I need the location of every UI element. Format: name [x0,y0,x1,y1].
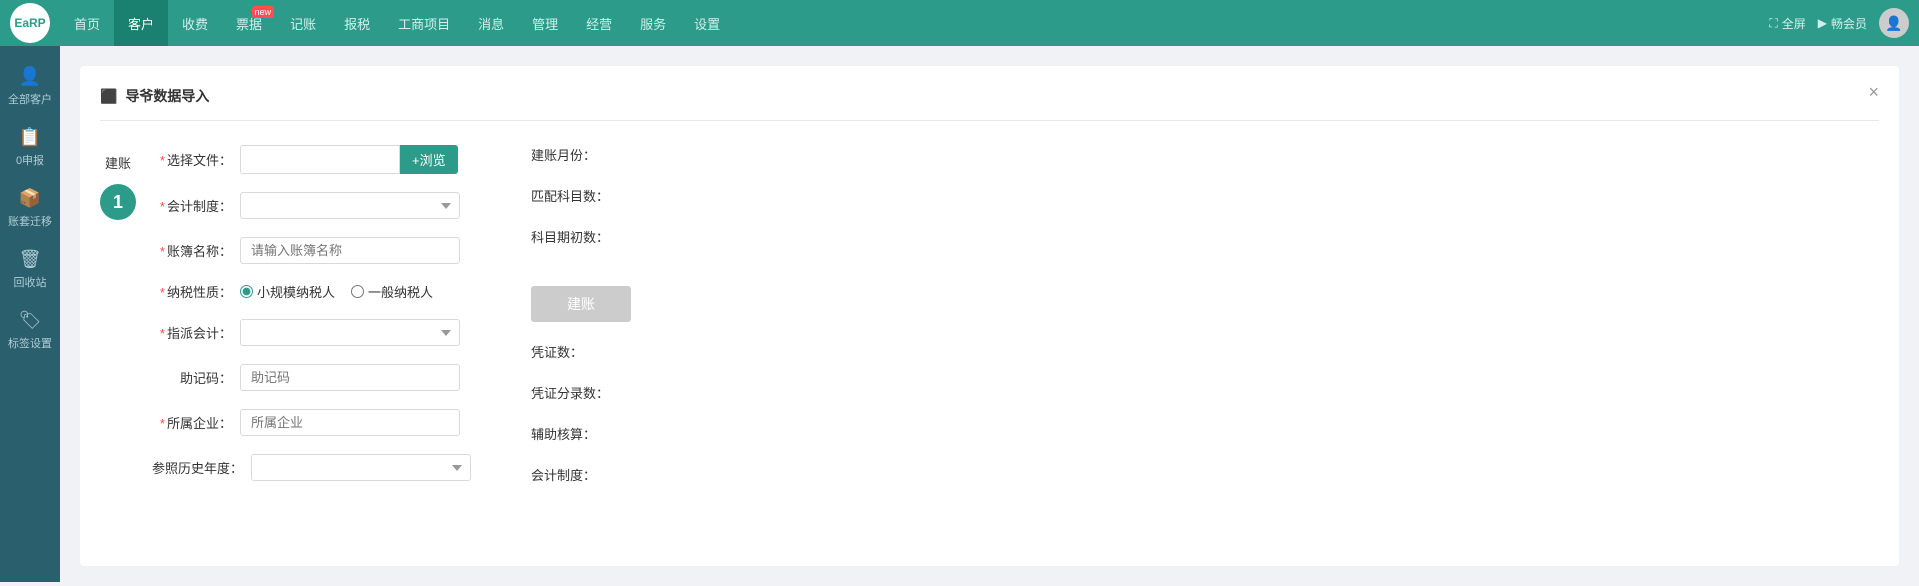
account-migration-icon: 📦 [19,188,41,209]
import-icon: ⬛ [100,88,117,105]
dialog-container: ⬛ 导爷数据导入 × 建账 1 *选择文件： [80,66,1899,566]
top-navigation: EaRP 首页 客户 收费 票据 new 记账 报税 工商项目 消息 管理 经营… [0,0,1919,46]
assigned-accountant-label: *指派会计： [152,323,232,342]
info-panel: 建账月份： 匹配科目数： 科目期初数： 建账 凭证数： [531,145,731,506]
account-month-label: 建账月份： [531,145,621,164]
sidebar-item-account-migration[interactable]: 📦 账套迁移 [0,178,60,239]
tax-type-row: *纳税性质： 小规模纳税人 一般纳税人 [152,282,471,301]
info-accounting-system-row: 会计制度： [531,465,731,484]
nav-item-business[interactable]: 工商项目 [384,0,464,46]
tax-small-radio[interactable]: 小规模纳税人 [240,282,335,301]
accounting-system-select[interactable] [240,192,460,219]
form-fields: *选择文件： +浏览 *会计制度： [152,145,471,499]
sidebar-item-zero-declaration[interactable]: 📋 0申报 [0,117,60,178]
new-badge: new [252,6,275,18]
file-row: *选择文件： +浏览 [152,145,471,174]
recycle-bin-icon: 🗑 [19,249,42,270]
file-input-group: +浏览 [240,145,458,174]
memo-code-input[interactable] [240,364,460,391]
tax-type-label: *纳税性质： [152,282,232,301]
company-input[interactable] [240,409,460,436]
fullscreen-label: 全屏 [1782,15,1806,32]
account-month-row: 建账月份： [531,145,731,164]
assigned-accountant-row: *指派会计： [152,319,471,346]
subject-initial-row: 科目期初数： [531,227,731,246]
ledger-name-row: *账簿名称： [152,237,471,264]
nav-item-tax[interactable]: 报税 [330,0,384,46]
aux-accounting-label: 辅助核算： [531,424,621,443]
assigned-accountant-select[interactable] [240,319,460,346]
step-label: 建账 [105,153,131,172]
dialog-header: ⬛ 导爷数据导入 [100,86,1879,121]
sidebar: 👤 全部客户 📋 0申报 📦 账套迁移 🗑 回收站 🏷 标签设置 [0,46,60,582]
voucher-count-label: 凭证数： [531,342,621,361]
nav-item-fees[interactable]: 收费 [168,0,222,46]
sidebar-item-label: 0申报 [16,152,44,168]
match-subjects-label: 匹配科目数： [531,186,621,205]
sidebar-item-recycle-bin[interactable]: 🗑 回收站 [0,239,60,300]
nav-item-settings[interactable]: 设置 [680,0,734,46]
file-input[interactable] [240,145,400,174]
nav-item-customers[interactable]: 客户 [114,0,168,46]
memo-code-label: 助记码： [152,368,232,387]
member-label: 畅会员 [1831,15,1867,32]
history-year-label: 参照历史年度： [152,458,243,477]
aux-accounting-row: 辅助核算： [531,424,731,443]
tax-general-radio[interactable]: 一般纳税人 [351,282,433,301]
nav-right: ⛶ 全屏 ▶ 畅会员 👤 [1769,8,1909,38]
tag-settings-icon: 🏷 [19,310,42,331]
member-icon: ▶ [1818,16,1827,30]
nav-item-management[interactable]: 管理 [518,0,572,46]
fullscreen-icon: ⛶ [1769,16,1777,31]
ledger-name-label: *账簿名称： [152,241,232,260]
sidebar-item-label: 全部客户 [8,91,52,107]
avatar[interactable]: 👤 [1879,8,1909,38]
browse-button[interactable]: +浏览 [400,145,458,174]
member-button[interactable]: ▶ 畅会员 [1818,15,1867,32]
accounting-system-label: *会计制度： [152,196,232,215]
build-account-button[interactable]: 建账 [531,286,631,322]
close-button[interactable]: × [1868,82,1879,103]
info-accounting-system-label: 会计制度： [531,465,621,484]
dialog-title: 导爷数据导入 [125,86,209,106]
logo-text: EaRP [14,16,45,30]
nav-item-messages[interactable]: 消息 [464,0,518,46]
build-button-area: 建账 [531,286,731,322]
nav-item-invoices[interactable]: 票据 new [222,0,276,46]
step-section: 建账 1 [100,153,136,220]
nav-item-bookkeeping[interactable]: 记账 [276,0,330,46]
sidebar-item-label: 标签设置 [8,335,52,351]
sidebar-item-label: 回收站 [14,274,47,290]
form-layout: 建账 1 *选择文件： +浏览 [100,145,1879,506]
sidebar-item-all-customers[interactable]: 👤 全部客户 [0,56,60,117]
accounting-system-row: *会计制度： [152,192,471,219]
nav-item-home[interactable]: 首页 [60,0,114,46]
history-year-row: 参照历史年度： [152,454,471,481]
sidebar-item-tag-settings[interactable]: 🏷 标签设置 [0,300,60,361]
tax-type-radio-group: 小规模纳税人 一般纳税人 [240,282,433,301]
company-label: *所属企业： [152,413,232,432]
match-subjects-row: 匹配科目数： [531,186,731,205]
ledger-name-input[interactable] [240,237,460,264]
subject-initial-label: 科目期初数： [531,227,621,246]
step-circle: 1 [100,184,136,220]
history-year-select[interactable] [251,454,471,481]
all-customers-icon: 👤 [19,66,41,87]
memo-code-row: 助记码： [152,364,471,391]
left-section: 建账 1 *选择文件： +浏览 [100,145,471,506]
voucher-entries-label: 凭证分录数： [531,383,621,402]
voucher-count-row: 凭证数： [531,342,731,361]
sidebar-item-label: 账套迁移 [8,213,52,229]
main-content: ⬛ 导爷数据导入 × 建账 1 *选择文件： [60,46,1919,586]
fullscreen-button[interactable]: ⛶ 全屏 [1769,15,1805,32]
nav-item-operations[interactable]: 经营 [572,0,626,46]
file-label: *选择文件： [152,150,232,169]
zero-declaration-icon: 📋 [19,127,41,148]
nav-items: 首页 客户 收费 票据 new 记账 报税 工商项目 消息 管理 经营 服务 设… [60,0,1769,46]
logo[interactable]: EaRP [10,3,50,43]
nav-item-services[interactable]: 服务 [626,0,680,46]
company-row: *所属企业： [152,409,471,436]
voucher-entries-row: 凭证分录数： [531,383,731,402]
